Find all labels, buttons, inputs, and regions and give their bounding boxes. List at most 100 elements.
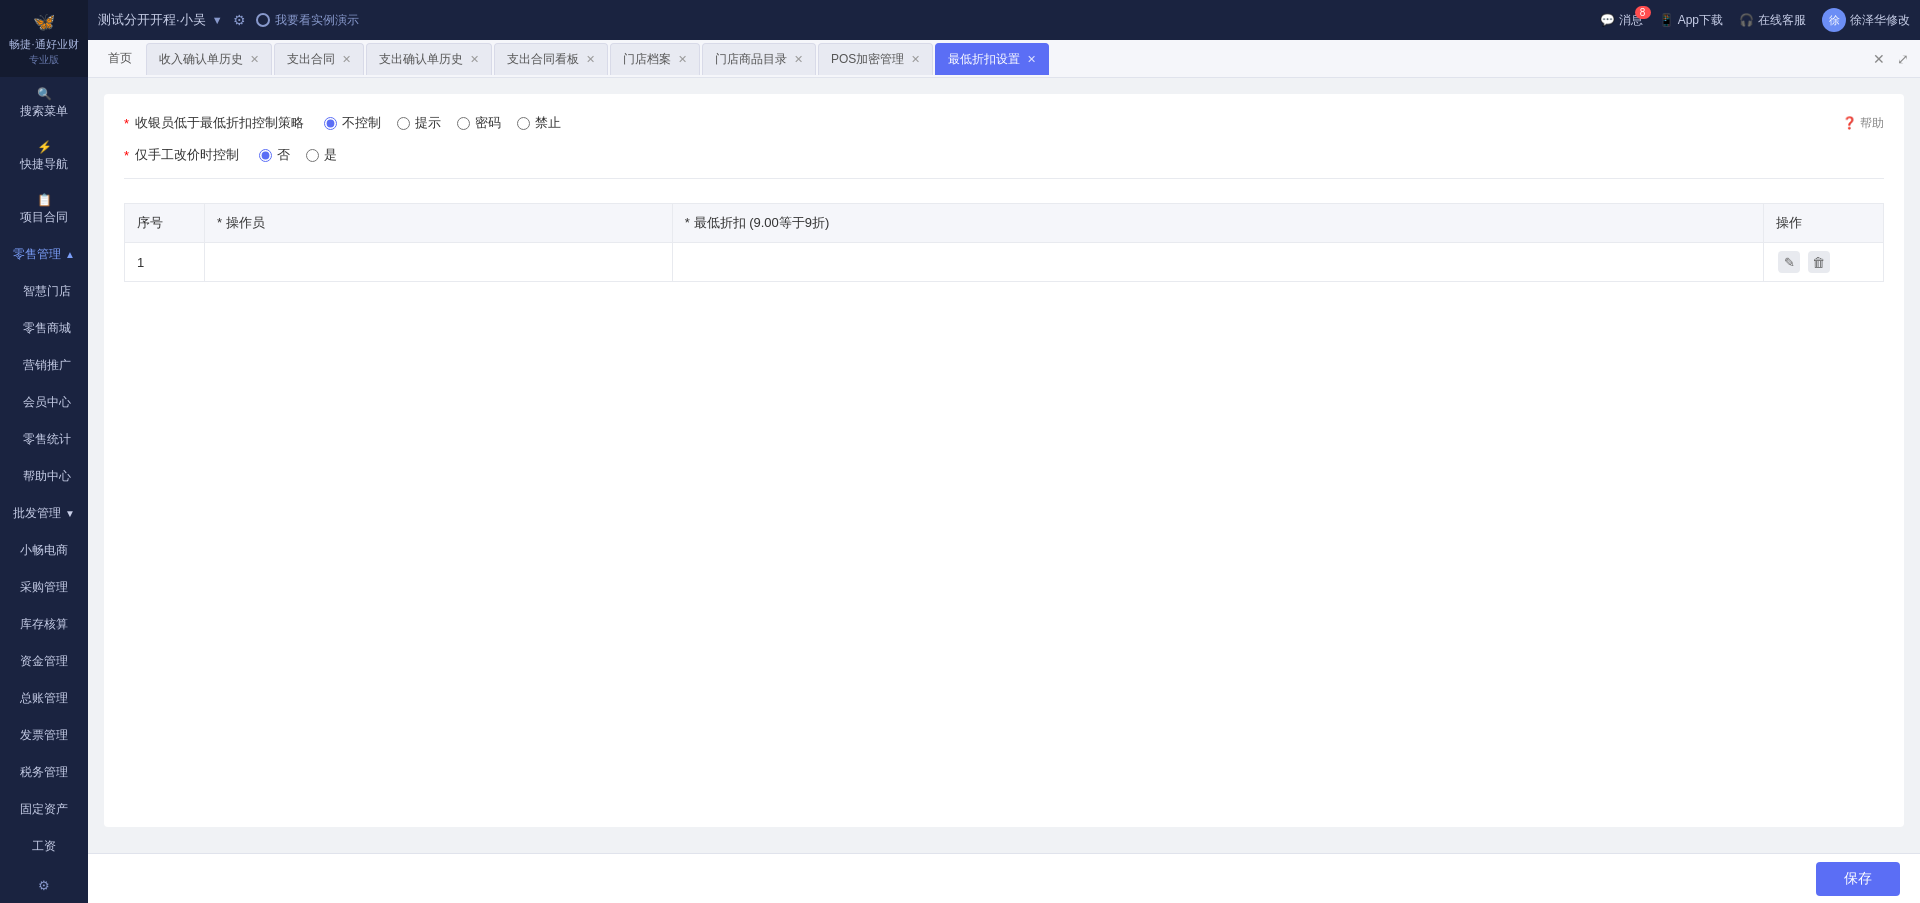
settings-gear-icon[interactable]: ⚙ [233,12,246,28]
tab-expand-button[interactable]: ⤢ [1894,48,1912,70]
tab-pay-contract[interactable]: 支出合同 ✕ [274,43,364,75]
sidebar-settings-button[interactable]: ⚙ [0,868,88,903]
col-operator: * 操作员 [205,204,673,243]
tab-income-confirm[interactable]: 收入确认单历史 ✕ [146,43,272,75]
tab-pos-password[interactable]: POS加密管理 ✕ [818,43,933,75]
headset-icon: 🎧 [1739,13,1754,27]
sidebar-item-search[interactable]: 🔍 搜索菜单 [0,77,88,130]
table-wrapper: 序号 * 操作员 * 最低折扣 (9.00等于9折) 操作 [124,193,1884,282]
messages-badge: 8 [1635,6,1651,19]
messages-button[interactable]: 💬 消息 8 [1600,12,1643,29]
radio-forbid-input[interactable] [517,117,530,130]
sidebar-item-project[interactable]: 📋 项目合同 [0,183,88,236]
help-icon: ❓ [1842,116,1857,130]
tabbar-actions: ✕ ⤢ [1870,48,1912,70]
project-icon: 📋 [37,193,52,207]
radio-password[interactable]: 密码 [457,114,501,132]
logo-icon: 🦋 [5,10,83,35]
main-area: 测试分开开程·小吴 ▼ ⚙ 我要看实例演示 💬 消息 8 📱 App下载 🎧 在… [88,0,1920,903]
tab-pay-contract-board-close[interactable]: ✕ [586,54,595,65]
radio-manual-no[interactable]: 否 [259,146,290,164]
tab-home[interactable]: 首页 [96,43,144,75]
discount-required-star: * [124,116,129,131]
radio-manual-no-input[interactable] [259,149,272,162]
sidebar-item-invoice[interactable]: 发票管理 [0,717,88,754]
sidebar-item-help[interactable]: 帮助中心 [0,458,88,495]
radio-manual-yes-input[interactable] [306,149,319,162]
tab-store-file[interactable]: 门店档案 ✕ [610,43,700,75]
sidebar-item-funds[interactable]: 资金管理 [0,643,88,680]
customer-service-button[interactable]: 🎧 在线客服 [1739,12,1806,29]
demo-link[interactable]: 我要看实例演示 [256,12,359,29]
sidebar-item-tax[interactable]: 税务管理 [0,754,88,791]
table-header: 序号 * 操作员 * 最低折扣 (9.00等于9折) 操作 [125,204,1884,243]
sidebar-item-shortcut[interactable]: ⚡ 快捷导航 [0,130,88,183]
project-chevron-icon: ▼ [212,14,223,26]
project-selector[interactable]: 测试分开开程·小吴 ▼ [98,11,223,29]
sidebar-item-smart-store[interactable]: 智慧门店 [0,273,88,310]
demo-circle-icon [256,13,270,27]
radio-forbid[interactable]: 禁止 [517,114,561,132]
sidebar-item-inventory[interactable]: 库存核算 [0,606,88,643]
save-button[interactable]: 保存 [1816,862,1900,896]
sidebar-item-retail-mall[interactable]: 零售商城 [0,310,88,347]
tab-min-discount-close[interactable]: ✕ [1027,54,1036,65]
radio-prompt[interactable]: 提示 [397,114,441,132]
table-body: 1 ✎ 🗑 [125,243,1884,282]
tab-pay-contract-board[interactable]: 支出合同看板 ✕ [494,43,608,75]
tab-pay-confirm-close[interactable]: ✕ [470,54,479,65]
manual-price-radio-group: 否 是 [259,146,337,164]
form-row-discount-policy: * 收银员低于最低折扣控制策略 不控制 提示 密码 [124,114,1884,132]
sidebar-item-wholesale[interactable]: 批发管理 ▼ [0,495,88,532]
radio-no-control[interactable]: 不控制 [324,114,381,132]
discount-table: 序号 * 操作员 * 最低折扣 (9.00等于9折) 操作 [124,203,1884,282]
tab-pay-confirm[interactable]: 支出确认单历史 ✕ [366,43,492,75]
sidebar-item-salary[interactable]: 工资 [0,828,88,865]
user-menu[interactable]: 徐 徐泽华修改 [1822,8,1910,32]
sidebar-item-retail[interactable]: 零售管理 ▲ [0,236,88,273]
app-icon: 📱 [1659,13,1674,27]
radio-prompt-input[interactable] [397,117,410,130]
row-edit-button[interactable]: ✎ [1778,251,1800,273]
row-delete-button[interactable]: 🗑 [1808,251,1830,273]
tab-store-goods[interactable]: 门店商品目录 ✕ [702,43,816,75]
tab-close-all-button[interactable]: ✕ [1870,48,1888,70]
radio-password-input[interactable] [457,117,470,130]
manual-price-label: * 仅手工改价时控制 [124,146,239,164]
cell-operator [205,243,673,282]
help-link[interactable]: ❓ 帮助 [1842,115,1884,132]
radio-no-control-input[interactable] [324,117,337,130]
radio-manual-yes[interactable]: 是 [306,146,337,164]
sidebar-item-assets[interactable]: 固定资产 [0,791,88,828]
tab-min-discount[interactable]: 最低折扣设置 ✕ [935,43,1049,75]
col-action: 操作 [1764,204,1884,243]
tab-pay-contract-close[interactable]: ✕ [342,54,351,65]
section-divider [124,178,1884,179]
form-row-manual-price: * 仅手工改价时控制 否 是 [124,146,1884,164]
sidebar-logo: 🦋 畅捷·通好业财 专业版 [0,0,88,77]
tabbar: 首页 收入确认单历史 ✕ 支出合同 ✕ 支出确认单历史 ✕ 支出合同看板 ✕ 门… [88,40,1920,78]
discount-policy-radio-group: 不控制 提示 密码 禁止 [324,114,561,132]
tab-pos-password-close[interactable]: ✕ [911,54,920,65]
sidebar-item-ledger[interactable]: 总账管理 [0,680,88,717]
tab-store-goods-close[interactable]: ✕ [794,54,803,65]
topbar-right: 💬 消息 8 📱 App下载 🎧 在线客服 徐 徐泽华修改 [1600,8,1910,32]
sidebar-item-members[interactable]: 会员中心 [0,384,88,421]
tab-store-file-close[interactable]: ✕ [678,54,687,65]
project-name: 测试分开开程·小吴 [98,11,206,29]
manual-required-star: * [124,148,129,163]
app-download-button[interactable]: 📱 App下载 [1659,12,1723,29]
sidebar-item-marketing[interactable]: 营销推广 [0,347,88,384]
sidebar-item-retail-stat[interactable]: 零售统计 [0,421,88,458]
sidebar-item-purchase[interactable]: 采购管理 [0,569,88,606]
tab-income-confirm-close[interactable]: ✕ [250,54,259,65]
sidebar-item-ecommerce[interactable]: 小畅电商 [0,532,88,569]
page-card: * 收银员低于最低折扣控制策略 不控制 提示 密码 [104,94,1904,827]
avatar: 徐 [1822,8,1846,32]
cell-action: ✎ 🗑 [1764,243,1884,282]
wholesale-arrow-icon: ▼ [65,508,75,519]
shortcut-icon: ⚡ [37,140,52,154]
content-area: * 收银员低于最低折扣控制策略 不控制 提示 密码 [88,78,1920,853]
message-icon: 💬 [1600,13,1615,27]
retail-arrow-icon: ▲ [65,249,75,260]
